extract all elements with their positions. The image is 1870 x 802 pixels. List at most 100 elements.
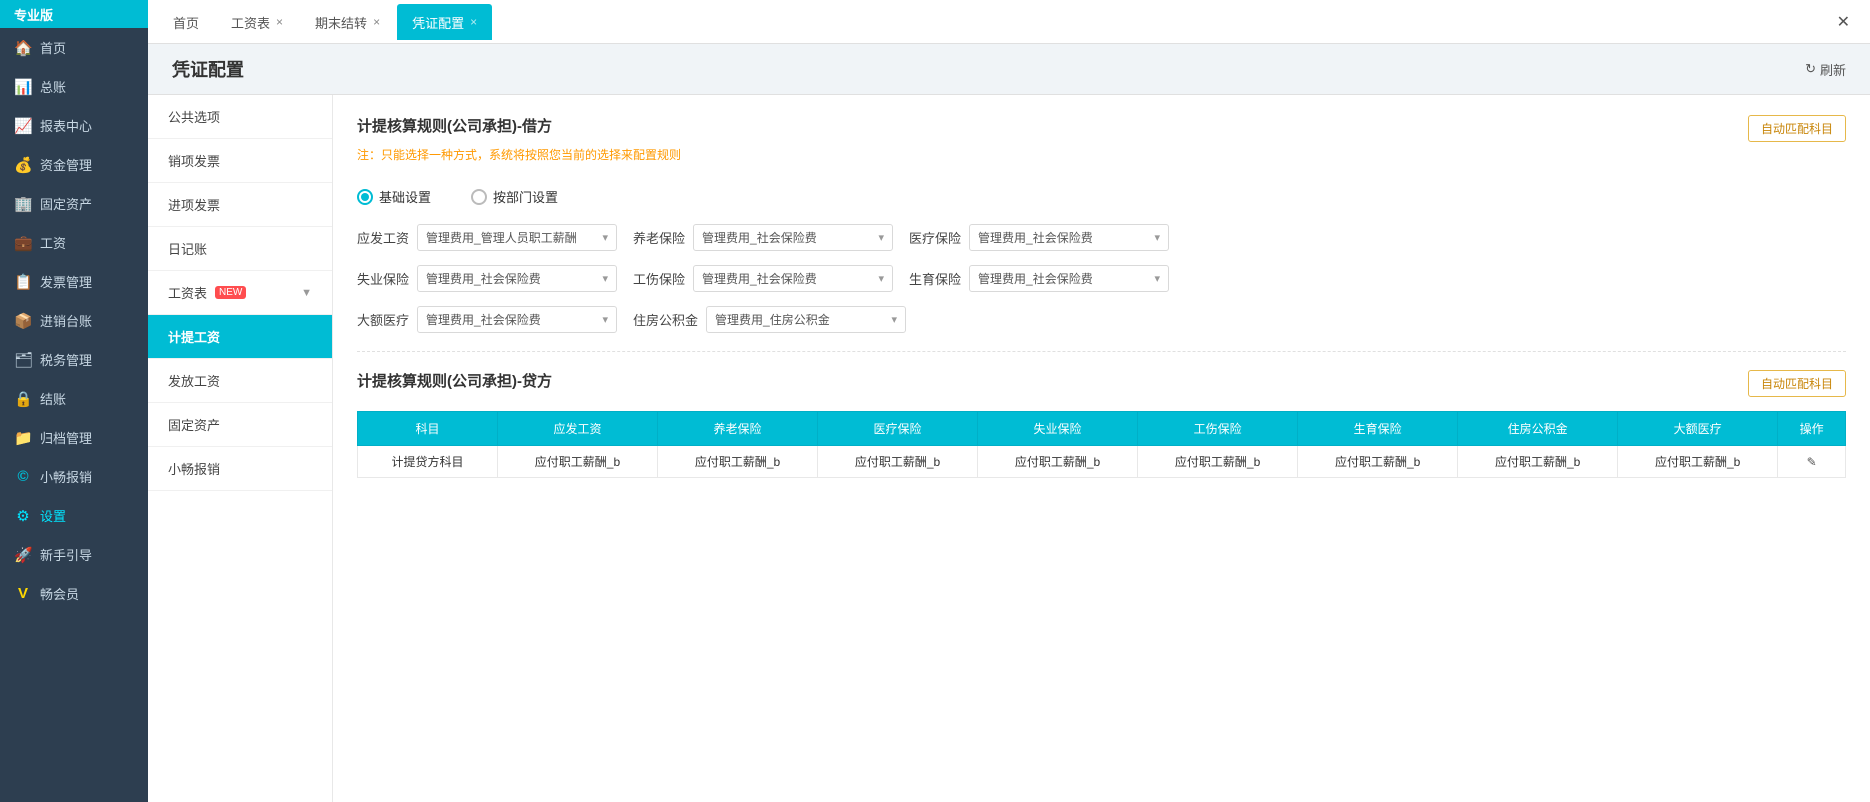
select-unemployment[interactable]: 管理费用_社会保险费 ▾ bbox=[417, 265, 617, 292]
sidebar-item-guide[interactable]: 🚀 新手引导 bbox=[0, 535, 148, 574]
label-pension: 养老保险 bbox=[633, 228, 685, 247]
select-pension[interactable]: 管理费用_社会保险费 ▾ bbox=[693, 224, 893, 251]
main-area: 首页 工资表 × 期末结转 × 凭证配置 × ✕ 凭证配置 ↻ 刷新 公共选项 bbox=[148, 0, 1870, 802]
refresh-label: 刷新 bbox=[1820, 60, 1846, 79]
sidebar-item-closing[interactable]: 🔒 结账 bbox=[0, 379, 148, 418]
sidebar-item-label: 工资 bbox=[40, 233, 66, 252]
auto-match-btn-1[interactable]: 自动匹配科目 bbox=[1748, 115, 1846, 142]
left-nav-sales-invoice[interactable]: 销项发票 bbox=[148, 139, 332, 183]
col-salary: 应发工资 bbox=[497, 412, 657, 446]
col-housing: 住房公积金 bbox=[1458, 412, 1618, 446]
sidebar-item-label: 小畅报销 bbox=[40, 467, 92, 486]
left-nav-xiaochang-expense[interactable]: 小畅报销 bbox=[148, 447, 332, 491]
tab-payroll-close[interactable]: × bbox=[276, 15, 283, 29]
payroll-icon: 💼 bbox=[14, 234, 32, 252]
inventory-icon: 📦 bbox=[14, 312, 32, 330]
edit-icon[interactable]: ✎ bbox=[1807, 455, 1817, 469]
left-nav-payroll-table[interactable]: 工资表 NEW ▼ bbox=[148, 271, 332, 315]
sidebar-item-label: 首页 bbox=[40, 38, 66, 57]
row-edit-action[interactable]: ✎ bbox=[1778, 446, 1846, 478]
tab-period-close[interactable]: 期末结转 × bbox=[300, 4, 395, 40]
report-icon: 📈 bbox=[14, 117, 32, 135]
left-nav: 公共选项 销项发票 进项发票 日记账 工资表 NEW ▼ 计提工资 发放工资 bbox=[148, 95, 333, 802]
chevron-down-icon: ▾ bbox=[1155, 272, 1161, 285]
sidebar-item-fund-management[interactable]: 💰 资金管理 bbox=[0, 145, 148, 184]
sidebar-item-label: 报表中心 bbox=[40, 116, 92, 135]
select-medical[interactable]: 管理费用_社会保险费 ▾ bbox=[969, 224, 1169, 251]
radio-dept-label: 按部门设置 bbox=[493, 187, 558, 206]
field-medical: 医疗保险 管理费用_社会保险费 ▾ bbox=[909, 224, 1169, 251]
left-nav-fixed-assets[interactable]: 固定资产 bbox=[148, 403, 332, 447]
credit-table: 科目 应发工资 养老保险 医疗保险 失业保险 工伤保险 生育保险 住房公积金 大… bbox=[357, 411, 1846, 478]
left-nav-purchase-invoice[interactable]: 进项发票 bbox=[148, 183, 332, 227]
tab-payroll[interactable]: 工资表 × bbox=[216, 4, 298, 40]
left-nav-journal[interactable]: 日记账 bbox=[148, 227, 332, 271]
window-close-icon[interactable]: ✕ bbox=[1837, 12, 1850, 32]
sidebar-item-settings[interactable]: ⚙ 设置 bbox=[0, 496, 148, 535]
refresh-icon: ↻ bbox=[1805, 61, 1816, 77]
sidebar-item-payroll[interactable]: 💼 工资 bbox=[0, 223, 148, 262]
tabs-bar: 首页 工资表 × 期末结转 × 凭证配置 × ✕ bbox=[148, 0, 1870, 44]
section1-header: 计提核算规则(公司承担)-借方 注：只能选择一种方式，系统将按照您当前的选择来配… bbox=[357, 115, 1846, 177]
refresh-button[interactable]: ↻ 刷新 bbox=[1805, 60, 1846, 79]
auto-match-btn-2[interactable]: 自动匹配科目 bbox=[1748, 370, 1846, 397]
sidebar-item-fixed-assets[interactable]: 🏢 固定资产 bbox=[0, 184, 148, 223]
section2-title: 计提核算规则(公司承担)-贷方 bbox=[357, 370, 552, 391]
tab-voucher-config-label: 凭证配置 bbox=[412, 13, 464, 32]
sidebar-item-label: 发票管理 bbox=[40, 272, 92, 291]
tax-icon: 🗂 bbox=[14, 351, 32, 369]
chevron-down-icon: ▾ bbox=[1155, 231, 1161, 244]
row-subject: 计提贷方科目 bbox=[358, 446, 498, 478]
tab-voucher-config[interactable]: 凭证配置 × bbox=[397, 4, 492, 40]
section1-note: 注：只能选择一种方式，系统将按照您当前的选择来配置规则 bbox=[357, 146, 681, 163]
invoice-icon: 📋 bbox=[14, 273, 32, 291]
tab-voucher-config-close[interactable]: × bbox=[470, 15, 477, 29]
section1-title: 计提核算规则(公司承担)-借方 bbox=[357, 115, 681, 136]
app-brand: 专业版 bbox=[0, 0, 148, 28]
sidebar-item-tax[interactable]: 🗂 税务管理 bbox=[0, 340, 148, 379]
chevron-down-icon: ▾ bbox=[602, 313, 608, 326]
col-medical: 医疗保险 bbox=[818, 412, 978, 446]
table-row: 计提贷方科目 应付职工薪酬_b 应付职工薪酬_b 应付职工薪酬_b 应付职工薪酬… bbox=[358, 446, 1846, 478]
left-nav-public-options[interactable]: 公共选项 bbox=[148, 95, 332, 139]
select-workinjury[interactable]: 管理费用_社会保险费 ▾ bbox=[693, 265, 893, 292]
settings-icon: ⚙ bbox=[14, 507, 32, 525]
radio-basic-label: 基础设置 bbox=[379, 187, 431, 206]
tab-payroll-label: 工资表 bbox=[231, 13, 270, 32]
select-housing-fund-value: 管理费用_住房公积金 bbox=[715, 311, 830, 328]
sidebar-item-label: 结账 bbox=[40, 389, 66, 408]
row-workinjury: 应付职工薪酬_b bbox=[1138, 446, 1298, 478]
field-unemployment: 失业保险 管理费用_社会保险费 ▾ bbox=[357, 265, 617, 292]
select-unemployment-value: 管理费用_社会保险费 bbox=[426, 270, 541, 287]
left-nav-accrued-payroll[interactable]: 计提工资 bbox=[148, 315, 332, 359]
sidebar-item-vip[interactable]: V 畅会员 bbox=[0, 574, 148, 613]
sidebar-item-label: 新手引导 bbox=[40, 545, 92, 564]
select-maternity-value: 管理费用_社会保险费 bbox=[978, 270, 1093, 287]
vip-icon: V bbox=[14, 585, 32, 602]
sidebar-item-inventory[interactable]: 📦 进销台账 bbox=[0, 301, 148, 340]
radio-basic-setup[interactable]: 基础设置 bbox=[357, 187, 431, 206]
sidebar-item-invoice[interactable]: 📋 发票管理 bbox=[0, 262, 148, 301]
sidebar-item-home[interactable]: 🏠 首页 bbox=[0, 28, 148, 67]
section-divider bbox=[357, 351, 1846, 352]
tab-home[interactable]: 首页 bbox=[158, 4, 214, 40]
sidebar-item-general-ledger[interactable]: 📊 总账 bbox=[0, 67, 148, 106]
select-maternity[interactable]: 管理费用_社会保险费 ▾ bbox=[969, 265, 1169, 292]
sidebar-item-archive[interactable]: 📁 归档管理 bbox=[0, 418, 148, 457]
left-nav-issue-payroll[interactable]: 发放工资 bbox=[148, 359, 332, 403]
tab-period-close-close[interactable]: × bbox=[373, 15, 380, 29]
row-housing: 应付职工薪酬_b bbox=[1458, 446, 1618, 478]
select-major-medical[interactable]: 管理费用_社会保险费 ▾ bbox=[417, 306, 617, 333]
credit-table-section: 科目 应发工资 养老保险 医疗保险 失业保险 工伤保险 生育保险 住房公积金 大… bbox=[357, 411, 1846, 478]
ledger-icon: 📊 bbox=[14, 78, 32, 96]
radio-dept-setup[interactable]: 按部门设置 bbox=[471, 187, 558, 206]
sidebar-item-xiaochang[interactable]: © 小畅报销 bbox=[0, 457, 148, 496]
col-workinjury: 工伤保险 bbox=[1138, 412, 1298, 446]
label-medical: 医疗保险 bbox=[909, 228, 961, 247]
sidebar-item-report-center[interactable]: 📈 报表中心 bbox=[0, 106, 148, 145]
field-housing-fund: 住房公积金 管理费用_住房公积金 ▾ bbox=[633, 306, 906, 333]
label-unemployment: 失业保险 bbox=[357, 269, 409, 288]
field-major-medical: 大额医疗 管理费用_社会保险费 ▾ bbox=[357, 306, 617, 333]
select-salary[interactable]: 管理费用_管理人员职工薪酬 ▾ bbox=[417, 224, 617, 251]
select-housing-fund[interactable]: 管理费用_住房公积金 ▾ bbox=[706, 306, 906, 333]
